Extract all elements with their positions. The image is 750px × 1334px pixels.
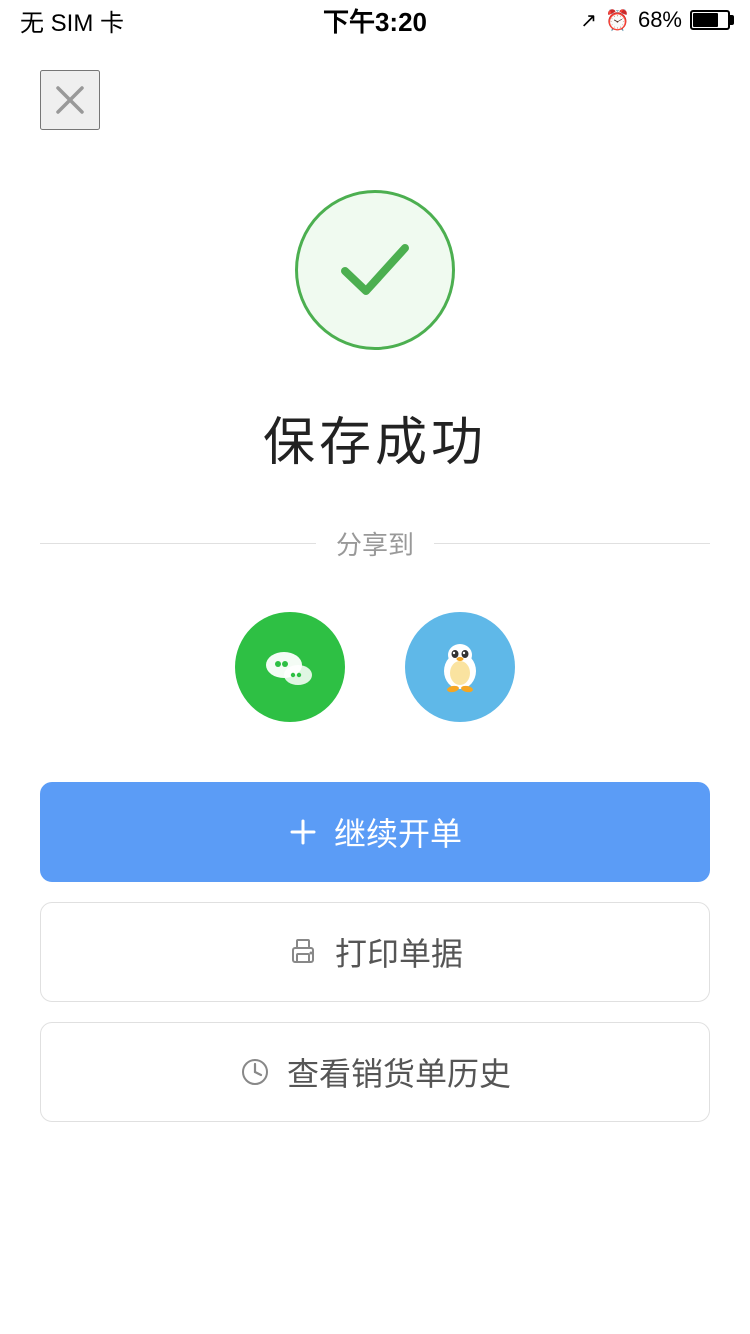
continue-button[interactable]: 继续开单 (40, 782, 710, 882)
share-label: 分享到 (336, 525, 414, 562)
actions: 继续开单 打印单据 查看销货单历史 (40, 782, 710, 1122)
carrier-text: 无 SIM 卡 (20, 3, 124, 38)
success-icon-container (295, 190, 455, 350)
clock-icon (239, 1056, 271, 1088)
continue-label: 继续开单 (334, 809, 462, 855)
history-button[interactable]: 查看销货单历史 (40, 1022, 710, 1122)
success-title: 保存成功 (263, 400, 487, 475)
print-button[interactable]: 打印单据 (40, 902, 710, 1002)
location-icon: ↗ (580, 8, 597, 33)
plus-icon (288, 817, 318, 847)
history-label: 查看销货单历史 (287, 1049, 511, 1095)
divider-right (434, 543, 710, 544)
status-time: 下午3:20 (323, 2, 427, 39)
status-left: 无 SIM 卡 (20, 3, 132, 38)
share-section: 分享到 (40, 525, 710, 722)
printer-icon (287, 936, 319, 968)
battery-percent: 68% (638, 7, 682, 33)
check-icon (330, 223, 420, 318)
close-button[interactable] (40, 70, 100, 130)
main-content: 保存成功 分享到 (0, 40, 750, 1334)
wechat-share-button[interactable] (235, 612, 345, 722)
qq-share-button[interactable] (405, 612, 515, 722)
status-bar: 无 SIM 卡 下午3:20 ↗ ⏰ 68% (0, 0, 750, 40)
alarm-icon: ⏰ (605, 8, 630, 33)
share-icons (235, 612, 515, 722)
status-right: ↗ ⏰ 68% (580, 7, 730, 33)
share-divider: 分享到 (40, 525, 710, 562)
battery-icon (690, 10, 730, 30)
divider-left (40, 543, 316, 544)
print-label: 打印单据 (335, 929, 463, 975)
